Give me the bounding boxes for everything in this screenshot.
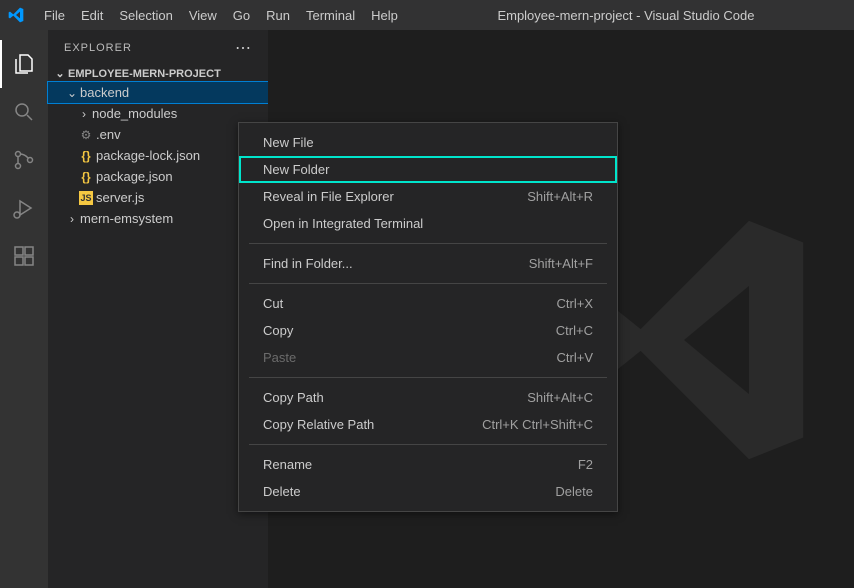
menu-run[interactable]: Run [258, 8, 298, 23]
file-package-json[interactable]: {} package.json [48, 166, 268, 187]
project-root[interactable]: ⌄ EMPLOYEE-MERN-PROJECT [48, 65, 268, 82]
chevron-right-icon: › [76, 107, 92, 121]
json-icon: {} [76, 149, 96, 163]
chevron-down-icon: ⌄ [64, 86, 80, 100]
context-menu: New File New Folder Reveal in File Explore… [238, 122, 618, 512]
file-label: .env [96, 127, 121, 142]
context-menu-item-delete[interactable]: Delete Delete [239, 478, 617, 505]
menu-view[interactable]: View [181, 8, 225, 23]
menu-edit[interactable]: Edit [73, 8, 111, 23]
sidebar-header: EXPLORER ⋯ [48, 30, 268, 65]
context-menu-item-cut[interactable]: Cut Ctrl+X [239, 290, 617, 317]
file-label: server.js [96, 190, 144, 205]
context-menu-label: Rename [263, 457, 312, 472]
activity-search[interactable] [0, 88, 48, 136]
file-label: package.json [96, 169, 173, 184]
folder-label: node_modules [92, 106, 177, 121]
context-menu-shortcut: Ctrl+C [556, 323, 593, 338]
menu-file[interactable]: File [36, 8, 73, 23]
context-menu-separator [249, 377, 607, 378]
activity-explorer[interactable] [0, 40, 48, 88]
titlebar: File Edit Selection View Go Run Terminal… [0, 0, 854, 30]
folder-label: backend [80, 85, 129, 100]
debug-icon [12, 196, 36, 220]
file-label: package-lock.json [96, 148, 200, 163]
sidebar-title: EXPLORER [64, 42, 132, 54]
context-menu-label: Paste [263, 350, 296, 365]
chevron-down-icon: ⌄ [52, 67, 68, 80]
context-menu-item-open-in-integrated-terminal[interactable]: Open in Integrated Terminal [239, 210, 617, 237]
menu-selection[interactable]: Selection [111, 8, 180, 23]
context-menu-item-new-file[interactable]: New File [239, 129, 617, 156]
context-menu-label: New Folder [263, 162, 329, 177]
context-menu-shortcut: Ctrl+V [557, 350, 593, 365]
context-menu-item-new-folder[interactable]: New Folder [239, 156, 617, 183]
window-title: Employee-mern-project - Visual Studio Co… [406, 8, 846, 23]
context-menu-label: Copy [263, 323, 293, 338]
context-menu-shortcut: F2 [578, 457, 593, 472]
file-env[interactable]: ⚙ .env [48, 124, 268, 145]
context-menu-label: Copy Path [263, 390, 324, 405]
extensions-icon [12, 244, 36, 268]
context-menu-item-paste: Paste Ctrl+V [239, 344, 617, 371]
folder-label: mern-emsystem [80, 211, 173, 226]
menu-go[interactable]: Go [225, 8, 258, 23]
activity-source-control[interactable] [0, 136, 48, 184]
context-menu-item-rename[interactable]: Rename F2 [239, 451, 617, 478]
context-menu-label: New File [263, 135, 314, 150]
context-menu-label: Cut [263, 296, 283, 311]
context-menu-shortcut: Delete [555, 484, 593, 499]
sidebar-more-icon[interactable]: ⋯ [235, 38, 252, 58]
context-menu-separator [249, 444, 607, 445]
context-menu-shortcut: Shift+Alt+R [527, 189, 593, 204]
context-menu-label: Reveal in File Explorer [263, 189, 394, 204]
project-name: EMPLOYEE-MERN-PROJECT [68, 68, 221, 80]
context-menu-item-copy-relative-path[interactable]: Copy Relative Path Ctrl+K Ctrl+Shift+C [239, 411, 617, 438]
context-menu-label: Delete [263, 484, 301, 499]
folder-backend[interactable]: ⌄ backend [48, 82, 268, 103]
files-icon [12, 52, 36, 76]
vscode-icon [8, 7, 24, 23]
context-menu-shortcut: Ctrl+X [557, 296, 593, 311]
context-menu-item-find-in-folder[interactable]: Find in Folder... Shift+Alt+F [239, 250, 617, 277]
context-menu-item-reveal-in-file-explorer[interactable]: Reveal in File Explorer Shift+Alt+R [239, 183, 617, 210]
context-menu-separator [249, 283, 607, 284]
chevron-right-icon: › [64, 212, 80, 226]
context-menu-label: Open in Integrated Terminal [263, 216, 423, 231]
context-menu-item-copy-path[interactable]: Copy Path Shift+Alt+C [239, 384, 617, 411]
context-menu-shortcut: Ctrl+K Ctrl+Shift+C [482, 417, 593, 432]
gear-icon: ⚙ [76, 128, 96, 142]
git-icon [12, 148, 36, 172]
context-menu-item-copy[interactable]: Copy Ctrl+C [239, 317, 617, 344]
context-menu-shortcut: Shift+Alt+C [527, 390, 593, 405]
js-icon: JS [76, 191, 96, 205]
context-menu-label: Copy Relative Path [263, 417, 374, 432]
folder-mern-emsystem[interactable]: › mern-emsystem [48, 208, 268, 229]
menu-help[interactable]: Help [363, 8, 406, 23]
menu-terminal[interactable]: Terminal [298, 8, 363, 23]
file-server-js[interactable]: JS server.js [48, 187, 268, 208]
json-icon: {} [76, 170, 96, 184]
sidebar: EXPLORER ⋯ ⌄ EMPLOYEE-MERN-PROJECT ⌄ bac… [48, 30, 268, 588]
file-package-lock[interactable]: {} package-lock.json [48, 145, 268, 166]
folder-node-modules[interactable]: › node_modules [48, 103, 268, 124]
context-menu-separator [249, 243, 607, 244]
context-menu-label: Find in Folder... [263, 256, 353, 271]
search-icon [12, 100, 36, 124]
activity-extensions[interactable] [0, 232, 48, 280]
activity-debug[interactable] [0, 184, 48, 232]
context-menu-shortcut: Shift+Alt+F [529, 256, 593, 271]
activity-bar [0, 30, 48, 588]
